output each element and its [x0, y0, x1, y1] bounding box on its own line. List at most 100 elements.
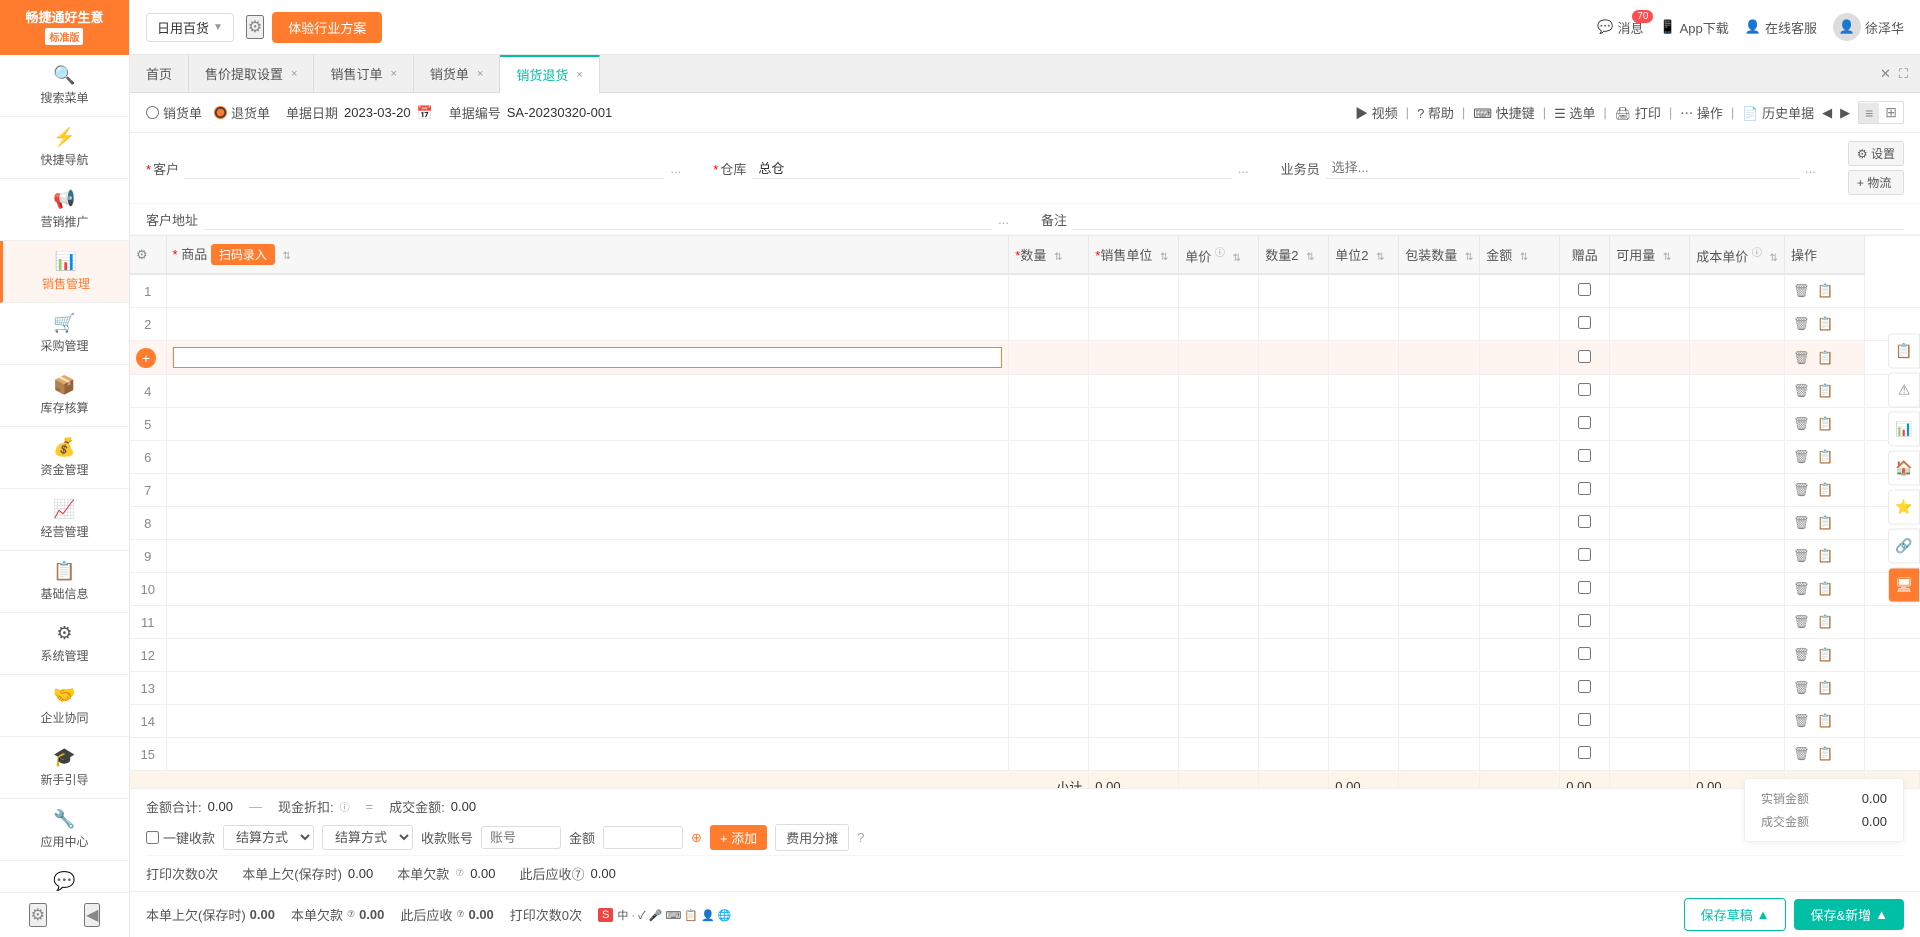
product-cell[interactable] [166, 705, 1009, 738]
video-btn[interactable]: ▶ 视频 [1355, 103, 1398, 122]
sidebar-item-guide[interactable]: 🎓 新手引导 [0, 737, 129, 799]
available-cell[interactable] [1610, 308, 1690, 341]
history-btn[interactable]: 📄 历史单据 [1742, 103, 1814, 122]
product-cell[interactable] [166, 573, 1009, 606]
pkg_qty-cell[interactable] [1399, 738, 1480, 771]
gift-checkbox[interactable] [1578, 581, 1591, 594]
price-cell[interactable] [1179, 672, 1259, 705]
unit-cell[interactable] [1089, 606, 1179, 639]
qty-cell[interactable] [1009, 441, 1089, 474]
qty2-sort-icon[interactable]: ⇅ [1306, 252, 1314, 263]
product-cell[interactable] [166, 639, 1009, 672]
delete-row-btn[interactable]: 🗑 [1791, 579, 1812, 599]
product-cell[interactable] [166, 738, 1009, 771]
unit-cell[interactable] [1089, 341, 1179, 375]
amount-cell[interactable] [1480, 408, 1560, 441]
gift-cell[interactable] [1560, 375, 1610, 408]
unit-cell[interactable] [1089, 507, 1179, 540]
qty2-cell[interactable] [1259, 507, 1329, 540]
gift-cell[interactable] [1560, 274, 1610, 308]
tab-delivery-close[interactable]: × [477, 68, 483, 80]
product-cell[interactable] [166, 441, 1009, 474]
qty2-cell[interactable] [1259, 573, 1329, 606]
tab-home[interactable]: 首页 [130, 55, 189, 93]
copy-row-btn[interactable]: 📋 [1815, 612, 1835, 632]
delete-row-btn[interactable]: 🗑 [1791, 612, 1812, 632]
gift-checkbox[interactable] [1578, 746, 1591, 759]
price-cell[interactable] [1179, 308, 1259, 341]
unit2-cell[interactable] [1329, 308, 1399, 341]
copy-row-btn[interactable]: 📋 [1815, 744, 1835, 764]
unit2-cell[interactable] [1329, 705, 1399, 738]
pkg_qty-cell[interactable] [1399, 408, 1480, 441]
qty2-cell[interactable] [1259, 274, 1329, 308]
qty-cell[interactable] [1009, 474, 1089, 507]
gift-cell[interactable] [1560, 474, 1610, 507]
copy-row-btn[interactable]: 📋 [1815, 645, 1835, 665]
radio-return-input[interactable] [214, 106, 227, 119]
unit-cell[interactable] [1089, 308, 1179, 341]
unit2-cell[interactable] [1329, 639, 1399, 672]
qty-cell[interactable] [1009, 308, 1089, 341]
cost-price-cell[interactable] [1690, 408, 1785, 441]
qty-cell[interactable] [1009, 738, 1089, 771]
settlement-method-select[interactable]: 结算方式 [223, 825, 314, 850]
qty2-cell[interactable] [1259, 672, 1329, 705]
select-btn[interactable]: ☰ 选单 [1554, 103, 1595, 122]
delete-row-btn[interactable]: 🗑 [1791, 645, 1812, 665]
pkg_qty-cell[interactable] [1399, 606, 1480, 639]
save-new-btn[interactable]: 保存&新增 ▲ [1794, 899, 1904, 930]
pkg_qty-cell[interactable] [1399, 274, 1480, 308]
unit2-cell[interactable] [1329, 474, 1399, 507]
qty-sort-icon[interactable]: ⇅ [1054, 252, 1062, 263]
copy-row-btn[interactable]: 📋 [1815, 678, 1835, 698]
qty2-cell[interactable] [1259, 375, 1329, 408]
online-service-btn[interactable]: 👤 在线客服 [1745, 18, 1817, 37]
price-cell[interactable] [1179, 274, 1259, 308]
qty-cell[interactable] [1009, 672, 1089, 705]
qty2-cell[interactable] [1259, 606, 1329, 639]
next-record-btn[interactable]: ▶ [1840, 105, 1850, 121]
delete-row-btn[interactable]: 🗑 [1791, 348, 1812, 368]
sidebar-item-finance[interactable]: 💰 资金管理 [0, 427, 129, 489]
gift-cell[interactable] [1560, 308, 1610, 341]
col-settings-icon[interactable]: ⚙ [136, 247, 148, 262]
app-download-btn[interactable]: 📱 App下载 [1659, 18, 1728, 37]
available-cell[interactable] [1610, 540, 1690, 573]
user-menu[interactable]: 👤 徐泽华 [1833, 13, 1904, 41]
sidebar-item-operations[interactable]: 📈 经营管理 [0, 489, 129, 551]
gift-cell[interactable] [1560, 573, 1610, 606]
amount-cell[interactable] [1480, 507, 1560, 540]
sidebar-item-wechat[interactable]: 💬 企业微信 [0, 861, 129, 892]
amount-cell[interactable] [1480, 573, 1560, 606]
unit2-cell[interactable] [1329, 606, 1399, 639]
pkg_qty-cell[interactable] [1399, 507, 1480, 540]
cost-price-cell[interactable] [1690, 507, 1785, 540]
available-cell[interactable] [1610, 375, 1690, 408]
settings-side-btn[interactable]: ⚙ 设置 [1848, 141, 1904, 166]
scan-input-btn[interactable]: 扫码录入 [211, 244, 275, 265]
available-cell[interactable] [1610, 705, 1690, 738]
qty2-cell[interactable] [1259, 540, 1329, 573]
gift-checkbox[interactable] [1578, 283, 1591, 296]
copy-row-btn[interactable]: 📋 [1815, 381, 1835, 401]
pkg-sort-icon[interactable]: ⇅ [1465, 252, 1473, 263]
expense-btn[interactable]: 费用分摊 [775, 824, 849, 851]
product-cell[interactable] [166, 474, 1009, 507]
unit-cell[interactable] [1089, 573, 1179, 606]
qty-cell[interactable] [1009, 274, 1089, 308]
unit2-cell[interactable] [1329, 375, 1399, 408]
view-form-btn[interactable]: ≡ [1859, 103, 1879, 123]
gift-checkbox[interactable] [1578, 680, 1591, 693]
cost-price-cell[interactable] [1690, 474, 1785, 507]
radio-delivery-input[interactable] [146, 106, 159, 119]
unit-cell[interactable] [1089, 705, 1179, 738]
product-cell[interactable] [166, 308, 1009, 341]
available-cell[interactable] [1610, 441, 1690, 474]
qty-cell[interactable] [1009, 341, 1089, 375]
available-cell[interactable] [1610, 738, 1690, 771]
delete-row-btn[interactable]: 🗑 [1791, 314, 1812, 334]
unit-cell[interactable] [1089, 408, 1179, 441]
one-key-collect-input[interactable] [146, 831, 159, 844]
price-cell[interactable] [1179, 606, 1259, 639]
